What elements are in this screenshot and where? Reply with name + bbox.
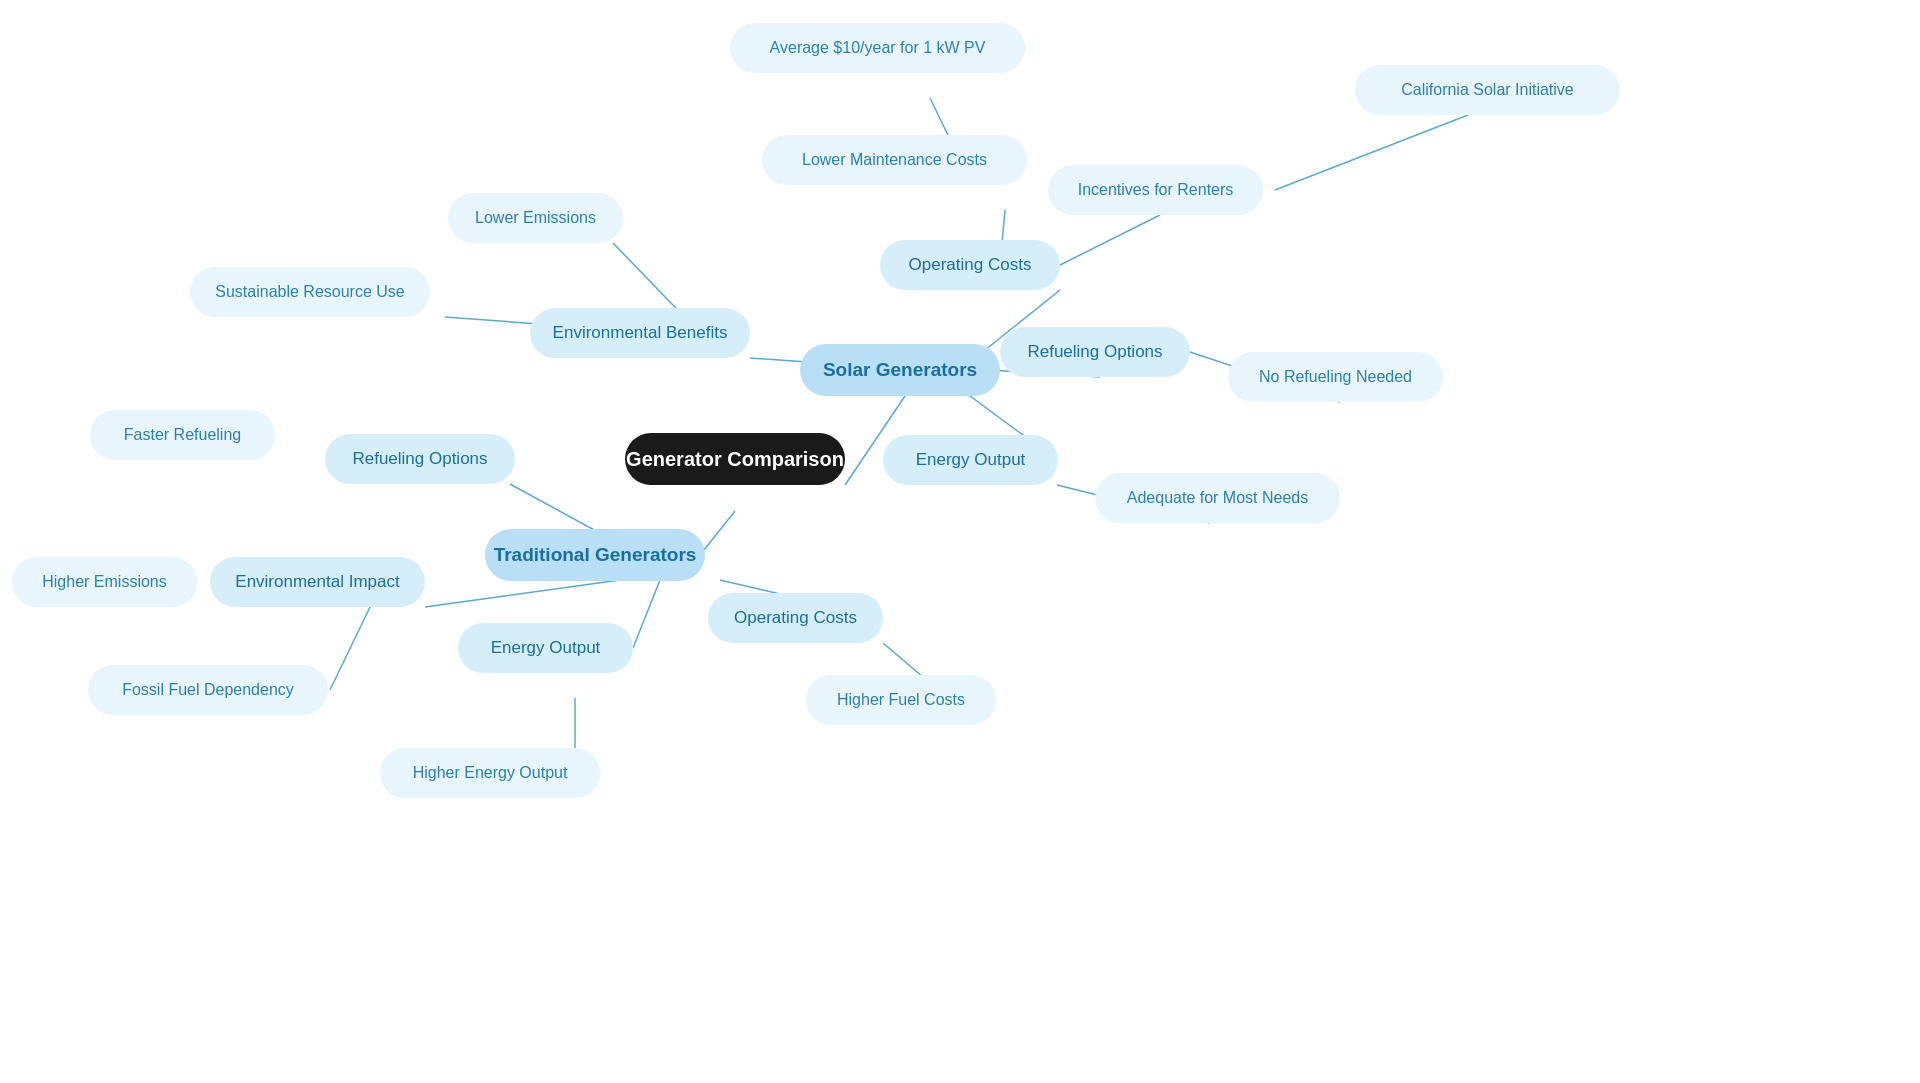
no-refueling-label: No Refueling Needed <box>1259 368 1412 386</box>
traditional-generators-node[interactable]: Traditional Generators <box>485 529 705 581</box>
svg-line-1 <box>700 511 735 555</box>
incentives-renters-node[interactable]: Incentives for Renters <box>1048 165 1263 215</box>
solar-energy-output-label: Energy Output <box>916 450 1026 470</box>
trad-env-impact-node[interactable]: Environmental Impact <box>210 557 425 607</box>
trad-refueling-label: Refueling Options <box>352 449 487 469</box>
higher-energy-output-label: Higher Energy Output <box>413 764 568 782</box>
solar-energy-output-node[interactable]: Energy Output <box>883 435 1058 485</box>
mind-map: Generator Comparison Solar Generators Tr… <box>0 0 1920 1083</box>
center-label: Generator Comparison <box>626 448 844 471</box>
center-node[interactable]: Generator Comparison <box>625 433 845 485</box>
solar-operating-costs-node[interactable]: Operating Costs <box>880 240 1060 290</box>
fossil-fuel-label: Fossil Fuel Dependency <box>122 681 294 699</box>
svg-line-15 <box>425 580 620 607</box>
avg-cost-node[interactable]: Average $10/year for 1 kW PV <box>730 23 1025 73</box>
svg-line-9 <box>1275 115 1468 190</box>
svg-line-20 <box>330 607 370 690</box>
lower-emissions-node[interactable]: Lower Emissions <box>448 193 623 243</box>
trad-energy-output-node[interactable]: Energy Output <box>458 623 633 673</box>
incentives-renters-label: Incentives for Renters <box>1078 181 1234 199</box>
solar-operating-costs-label: Operating Costs <box>909 255 1032 275</box>
california-solar-node[interactable]: California Solar Initiative <box>1355 65 1620 115</box>
adequate-needs-label: Adequate for Most Needs <box>1127 489 1308 507</box>
fossil-fuel-node[interactable]: Fossil Fuel Dependency <box>88 665 328 715</box>
higher-energy-output-node[interactable]: Higher Energy Output <box>380 748 600 798</box>
faster-refueling-node[interactable]: Faster Refueling <box>90 410 275 460</box>
lower-emissions-label: Lower Emissions <box>475 209 596 227</box>
solar-generators-node[interactable]: Solar Generators <box>800 344 1000 396</box>
traditional-generators-label: Traditional Generators <box>494 544 697 566</box>
svg-line-16 <box>633 580 660 648</box>
adequate-needs-node[interactable]: Adequate for Most Needs <box>1095 473 1340 523</box>
higher-fuel-costs-node[interactable]: Higher Fuel Costs <box>806 675 996 725</box>
sustainable-resource-node[interactable]: Sustainable Resource Use <box>190 267 430 317</box>
trad-refueling-node[interactable]: Refueling Options <box>325 434 515 484</box>
solar-refueling-label: Refueling Options <box>1027 342 1162 362</box>
trad-operating-costs-node[interactable]: Operating Costs <box>708 593 883 643</box>
faster-refueling-label: Faster Refueling <box>124 426 241 444</box>
solar-refueling-node[interactable]: Refueling Options <box>1000 327 1190 377</box>
higher-emissions-node[interactable]: Higher Emissions <box>12 557 197 607</box>
solar-env-benefits-node[interactable]: Environmental Benefits <box>530 308 750 358</box>
lower-maintenance-label: Lower Maintenance Costs <box>802 151 987 169</box>
solar-env-benefits-label: Environmental Benefits <box>553 323 728 343</box>
svg-line-8 <box>1060 215 1160 265</box>
trad-env-impact-label: Environmental Impact <box>235 572 399 592</box>
sustainable-resource-label: Sustainable Resource Use <box>215 283 404 301</box>
higher-fuel-costs-label: Higher Fuel Costs <box>837 691 965 709</box>
trad-operating-costs-label: Operating Costs <box>734 608 857 628</box>
no-refueling-node[interactable]: No Refueling Needed <box>1228 352 1443 402</box>
higher-emissions-label: Higher Emissions <box>42 573 166 591</box>
lower-maintenance-node[interactable]: Lower Maintenance Costs <box>762 135 1027 185</box>
avg-cost-label: Average $10/year for 1 kW PV <box>770 39 986 57</box>
trad-energy-output-label: Energy Output <box>491 638 601 658</box>
solar-generators-label: Solar Generators <box>823 359 977 381</box>
california-solar-label: California Solar Initiative <box>1401 81 1574 99</box>
